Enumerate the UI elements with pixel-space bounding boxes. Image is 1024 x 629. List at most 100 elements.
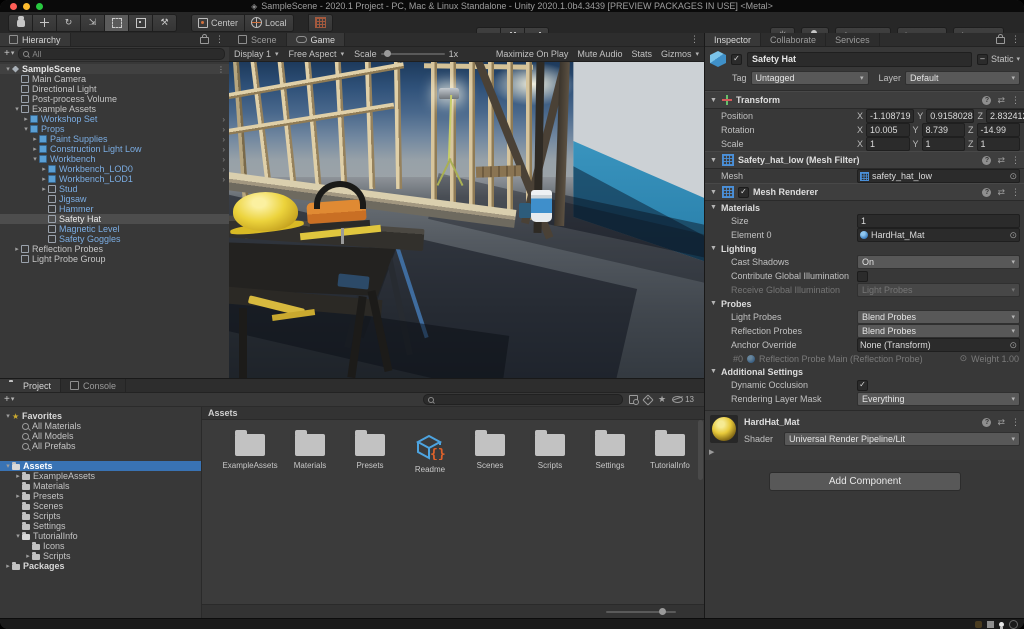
hierarchy-item[interactable]: Construction Light Low › ⋮ — [0, 144, 229, 154]
project-tree-item[interactable]: All Materials — [0, 421, 201, 431]
hand-tool-button[interactable] — [8, 14, 33, 32]
materials-size-field[interactable]: 1 — [857, 214, 1020, 228]
hierarchy-item[interactable]: Safety Hat › ⋮ — [0, 214, 229, 224]
hierarchy-item[interactable]: Workshop Set › ⋮ — [0, 114, 229, 124]
scale-y-field[interactable]: 1 — [922, 137, 965, 151]
position-z-field[interactable]: 2.832412 — [986, 109, 1024, 123]
prefab-chevron-icon[interactable]: › — [222, 115, 229, 124]
hierarchy-item[interactable]: Props › ⋮ — [0, 124, 229, 134]
shader-dropdown[interactable]: Universal Render Pipeline/Lit▾ — [784, 432, 1020, 446]
kebab-menu-icon[interactable]: ⋮ — [215, 35, 224, 44]
move-tool-button[interactable] — [33, 14, 57, 32]
expand-arrow-icon[interactable] — [31, 155, 39, 163]
preset-icon[interactable]: ⇄ — [997, 95, 1005, 106]
layer-dropdown[interactable]: Default▾ — [905, 71, 1020, 85]
zoom-slider-knob[interactable] — [659, 608, 666, 615]
tab-hierarchy[interactable]: Hierarchy — [0, 33, 71, 46]
expand-arrow-icon[interactable] — [13, 105, 21, 113]
tab-scene[interactable]: Scene — [229, 33, 287, 46]
search-by-label-icon[interactable] — [642, 394, 653, 405]
expand-arrow-icon[interactable] — [40, 185, 48, 193]
hierarchy-item[interactable]: Reflection Probes › ⋮ — [0, 244, 229, 254]
kebab-menu-icon[interactable]: ⋮ — [217, 65, 229, 74]
mesh-object-field[interactable]: safety_hat_low⊙ — [857, 169, 1020, 183]
tag-dropdown[interactable]: Untagged▾ — [751, 71, 869, 85]
custom-tool-button[interactable]: ⚒ — [153, 14, 177, 32]
probes-foldout[interactable]: ▼Probes — [705, 297, 1024, 310]
asset-item[interactable]: {} ExampleAssets — [228, 434, 272, 474]
hierarchy-item[interactable]: Post-process Volume › ⋮ — [0, 94, 229, 104]
preset-icon[interactable]: ⇄ — [997, 155, 1005, 166]
prefab-chevron-icon[interactable]: › — [222, 125, 229, 134]
project-tree-item[interactable]: Scripts — [0, 511, 201, 521]
expand-arrow-icon[interactable] — [4, 65, 12, 73]
hierarchy-item[interactable]: Main Camera › ⋮ — [0, 74, 229, 84]
kebab-menu-icon[interactable]: ⋮ — [690, 35, 699, 44]
expand-arrow-icon[interactable] — [4, 462, 12, 470]
gizmos-dropdown[interactable]: Gizmos▾ — [661, 49, 699, 59]
cast-shadows-dropdown[interactable]: On▾ — [857, 255, 1020, 269]
project-tree-item[interactable]: Materials — [0, 481, 201, 491]
position-y-field[interactable]: 0.9158028 — [926, 109, 974, 123]
rotate-tool-button[interactable]: ↻ — [57, 14, 81, 32]
project-tree-item[interactable]: Scenes — [0, 501, 201, 511]
expand-arrow-icon[interactable] — [14, 532, 22, 540]
prefab-chevron-icon[interactable]: › — [222, 175, 229, 184]
tab-collaborate[interactable]: Collaborate — [761, 33, 826, 46]
scale-x-field[interactable]: 1 — [866, 137, 909, 151]
window-status-icon[interactable] — [987, 621, 994, 628]
saved-search-star-icon[interactable]: ★ — [658, 394, 666, 405]
hierarchy-item[interactable]: Workbench_LOD1 › ⋮ — [0, 174, 229, 184]
material-foldout-arrow-icon[interactable]: ▶ — [705, 446, 1024, 456]
materials-foldout[interactable]: ▼Materials — [705, 201, 1024, 214]
project-tree-item[interactable]: Icons — [0, 541, 201, 551]
tab-services[interactable]: Services — [826, 33, 880, 46]
preset-icon[interactable]: ⇄ — [997, 417, 1005, 428]
expand-arrow-icon[interactable] — [4, 562, 12, 570]
transform-component-header[interactable]: ▼ Transform ?⇄⋮ — [705, 91, 1024, 109]
asset-item[interactable]: {} Scripts — [528, 434, 572, 474]
project-tree-item[interactable]: All Models — [0, 431, 201, 441]
foldout-arrow-icon[interactable]: ▼ — [710, 97, 718, 104]
create-asset-button[interactable]: +▾ — [4, 395, 14, 405]
tab-console[interactable]: Console — [61, 379, 126, 392]
scale-tool-button[interactable]: ⇲ — [81, 14, 105, 32]
add-component-button[interactable]: Add Component — [769, 472, 961, 491]
scale-slider[interactable]: Scale 1x — [354, 49, 458, 59]
tab-game[interactable]: Game — [287, 33, 346, 46]
foldout-arrow-icon[interactable]: ▼ — [710, 157, 718, 164]
project-tree-item[interactable]: All Prefabs — [0, 441, 201, 451]
lock-icon[interactable] — [996, 37, 1005, 44]
object-picker-icon[interactable]: ⊙ — [1009, 230, 1017, 241]
lighting-status-icon[interactable] — [999, 622, 1004, 627]
expand-arrow-icon[interactable] — [13, 245, 21, 253]
position-x-field[interactable]: -1.108719 — [866, 109, 914, 123]
hidden-packages-toggle[interactable]: 13 — [672, 395, 694, 404]
expand-arrow-icon[interactable] — [24, 552, 32, 560]
help-icon[interactable]: ? — [982, 418, 991, 427]
expand-arrow-icon[interactable] — [31, 145, 39, 153]
lock-icon[interactable] — [200, 37, 209, 44]
hierarchy-item[interactable]: Stud › ⋮ — [0, 184, 229, 194]
scrollbar[interactable] — [698, 420, 703, 480]
static-mixed-checkbox[interactable]: – — [977, 54, 988, 65]
contribute-gi-checkbox[interactable] — [857, 271, 868, 282]
pivot-toggle-button[interactable]: Center — [191, 14, 245, 32]
anchor-override-field[interactable]: None (Transform)⊙ — [857, 338, 1020, 352]
kebab-menu-icon[interactable]: ⋮ — [1011, 35, 1020, 44]
transform-tool-button[interactable] — [129, 14, 153, 32]
dynamic-occlusion-checkbox[interactable]: ✓ — [857, 380, 868, 391]
orientation-toggle-button[interactable]: Local — [245, 14, 294, 32]
foldout-arrow-icon[interactable]: ▼ — [710, 189, 718, 196]
hierarchy-item[interactable]: Magnetic Level › ⋮ — [0, 224, 229, 234]
display-dropdown[interactable]: Display 1▾ — [234, 49, 279, 59]
kebab-menu-icon[interactable]: ⋮ — [1011, 96, 1020, 105]
light-probes-dropdown[interactable]: Blend Probes▾ — [857, 310, 1020, 324]
project-tree-item[interactable]: Presets — [0, 491, 201, 501]
hierarchy-item[interactable]: Light Probe Group › ⋮ — [0, 254, 229, 264]
thumbnail-zoom-slider[interactable] — [606, 611, 676, 613]
rotation-z-field[interactable]: -14.99 — [977, 123, 1020, 137]
asset-item[interactable]: {} Readme — [408, 434, 452, 474]
kebab-menu-icon[interactable]: ⋮ — [1011, 156, 1020, 165]
game-viewport[interactable] — [229, 62, 704, 378]
